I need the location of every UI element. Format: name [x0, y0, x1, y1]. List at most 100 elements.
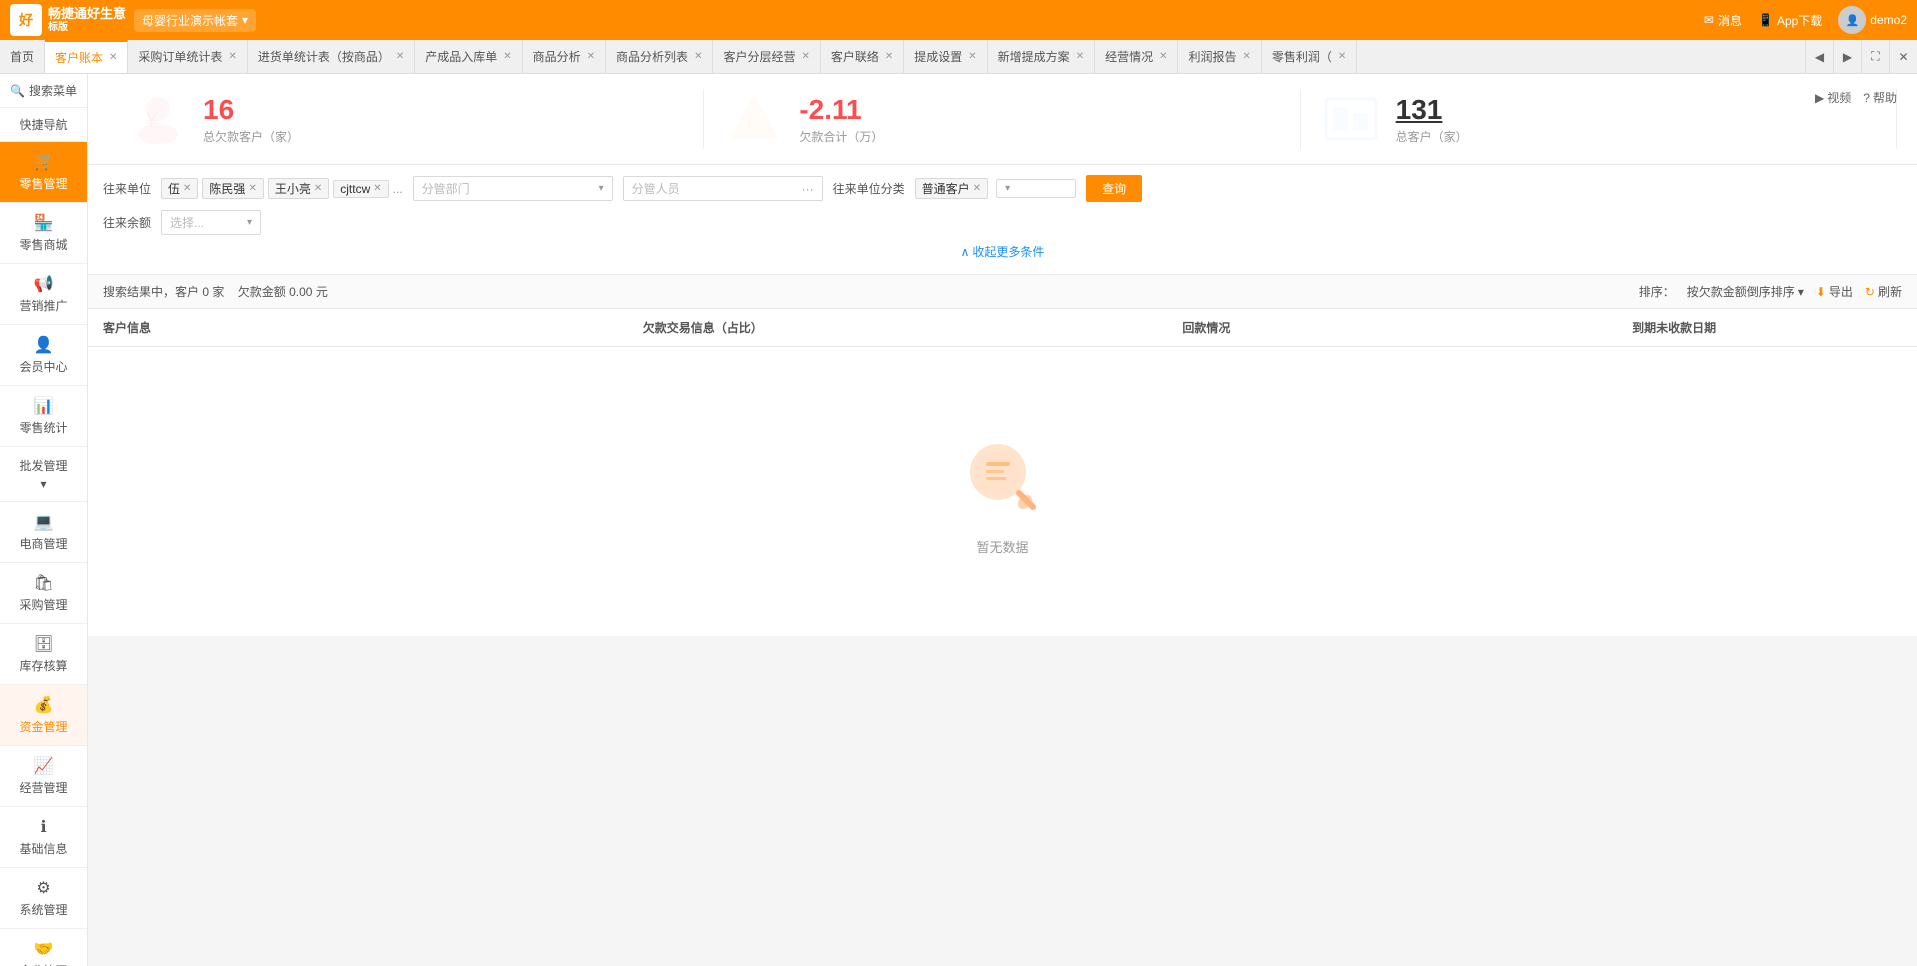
store-selector[interactable]: 母婴行业演示帐套 ▾	[134, 9, 256, 32]
export-button[interactable]: ⬇ 导出	[1816, 283, 1853, 300]
tab-home[interactable]: 首页	[0, 40, 45, 74]
tab-customer-segment[interactable]: 客户分层经营 ✕	[713, 40, 820, 74]
sidebar-item-enterprise-coop[interactable]: 🤝 企业协同	[0, 929, 87, 966]
purchase-icon: 🛍	[33, 573, 53, 593]
help-button[interactable]: ? 帮助	[1863, 89, 1897, 106]
more-tags-button[interactable]: ...	[393, 182, 403, 196]
member-icon: 👤	[34, 335, 54, 355]
tab-product-entry[interactable]: 产成品入库单 ✕	[415, 40, 522, 74]
search-menu-button[interactable]: 🔍 搜索菜单	[0, 74, 87, 108]
sidebar-item-finance[interactable]: 💰 资金管理	[0, 685, 87, 746]
tab-close-icon[interactable]: ✕	[801, 51, 809, 62]
refresh-button[interactable]: ↻ 刷新	[1865, 283, 1902, 300]
filter-tag-chen: 陈民强 ✕	[202, 178, 263, 199]
filter-tag-cjttcw: cjttcw ✕	[333, 180, 388, 198]
tag-close-normal-customer[interactable]: ✕	[973, 183, 981, 194]
tab-scroll-left-button[interactable]: ◀	[1805, 40, 1833, 74]
filter-tags-category: 普通客户 ✕ ▾	[915, 178, 1076, 199]
tab-customer-contact[interactable]: 客户联络 ✕	[821, 40, 904, 74]
video-icon: ▶	[1815, 91, 1824, 105]
search-icon: 🔍	[10, 84, 25, 98]
sidebar-item-retail-mall[interactable]: 🏪 零售商城	[0, 203, 87, 264]
export-icon: ⬇	[1816, 285, 1826, 299]
tab-close-icon[interactable]: ✕	[228, 51, 236, 62]
sidebar-item-basic-info[interactable]: ℹ 基础信息	[0, 807, 87, 868]
tag-close-wang[interactable]: ✕	[314, 183, 322, 194]
tab-close-all-button[interactable]: ✕	[1889, 40, 1917, 74]
user-avatar[interactable]: 👤 demo2	[1838, 6, 1907, 34]
tab-scroll-right-button[interactable]: ▶	[1833, 40, 1861, 74]
tab-raise-settings[interactable]: 提成设置 ✕	[904, 40, 987, 74]
tab-close-icon[interactable]: ✕	[885, 51, 893, 62]
tab-close-icon[interactable]: ✕	[1243, 51, 1251, 62]
sidebar-item-marketing[interactable]: 📢 营销推广	[0, 264, 87, 325]
tab-operations[interactable]: 经营情况 ✕	[1095, 40, 1178, 74]
person-select[interactable]: 分管人员 ···	[623, 176, 823, 201]
tag-close-chen[interactable]: ✕	[248, 183, 256, 194]
tag-close-cjttcw[interactable]: ✕	[373, 183, 381, 194]
sidebar-item-retail-stats[interactable]: 📊 零售统计	[0, 386, 87, 447]
sidebar-item-purchase[interactable]: 🛍 采购管理	[0, 563, 87, 624]
refresh-icon: ↻	[1865, 285, 1875, 299]
tab-new-raise[interactable]: 新增提成方案 ✕	[988, 40, 1095, 74]
tab-close-icon[interactable]: ✕	[587, 51, 595, 62]
unit-label: 往来单位	[103, 180, 151, 197]
tab-purchase-order[interactable]: 采购订单统计表 ✕	[128, 40, 247, 74]
tab-close-icon[interactable]: ✕	[968, 51, 976, 62]
tab-product-analysis[interactable]: 商品分析 ✕	[523, 40, 606, 74]
sidebar-item-ecommerce[interactable]: 💻 电商管理	[0, 502, 87, 563]
tab-retail-profit[interactable]: 零售利润（ ✕	[1262, 40, 1357, 74]
marketing-icon: 📢	[34, 274, 54, 294]
stat-credit-text: 16 总欠款客户（家）	[203, 93, 299, 146]
col-header-date: 到期未收款日期	[1632, 319, 1902, 336]
dept-select[interactable]: 分管部门 ▾	[413, 176, 613, 201]
person-dots: ···	[802, 182, 814, 196]
filter-row-2: 往来余额 选择... ▾	[103, 210, 1902, 235]
query-button[interactable]: 查询	[1086, 175, 1142, 202]
tab-customer-book[interactable]: 客户账本 ✕	[45, 40, 128, 74]
category-chevron-icon: ▾	[1005, 183, 1010, 194]
total-customers-number: 131	[1396, 93, 1468, 127]
app-download-button[interactable]: 📱 App下载	[1758, 12, 1822, 29]
system-icon: ⚙	[36, 878, 50, 898]
tab-product-analysis-list[interactable]: 商品分析列表 ✕	[606, 40, 713, 74]
tab-purchase-stats[interactable]: 进货单统计表（按商品） ✕	[248, 40, 415, 74]
tab-close-icon[interactable]: ✕	[1159, 51, 1167, 62]
retail-stats-icon: 📊	[34, 396, 54, 416]
sidebar-item-operations[interactable]: 📈 经营管理	[0, 746, 87, 807]
category-select[interactable]: ▾	[996, 179, 1076, 198]
quick-nav-button[interactable]: 快捷导航	[0, 108, 87, 142]
tab-close-icon[interactable]: ✕	[503, 51, 511, 62]
tab-close-icon[interactable]: ✕	[1076, 51, 1084, 62]
sidebar-item-retail[interactable]: 🛒 零售管理	[0, 142, 87, 203]
message-button[interactable]: ✉ 消息	[1704, 12, 1742, 29]
remainder-select[interactable]: 选择... ▾	[161, 210, 261, 235]
tab-close-icon[interactable]: ✕	[109, 52, 117, 63]
finance-icon: 💰	[34, 695, 54, 715]
empty-text: 暂无数据	[976, 537, 1028, 556]
sort-label: 排序：	[1639, 283, 1675, 300]
sidebar: 🔍 搜索菜单 快捷导航 🛒 零售管理 🏪 零售商城 📢 营销推广 👤 会员中心 …	[0, 74, 88, 966]
sort-select[interactable]: 按欠款金额倒序排序 ▾	[1687, 283, 1804, 300]
results-right: 排序： 按欠款金额倒序排序 ▾ ⬇ 导出 ↻ 刷新	[1639, 283, 1902, 300]
tab-close-icon[interactable]: ✕	[694, 51, 702, 62]
sidebar-item-inventory[interactable]: 🗄 库存核算	[0, 624, 87, 685]
tab-close-icon[interactable]: ✕	[396, 51, 404, 62]
tab-close-icon[interactable]: ✕	[1338, 51, 1346, 62]
sidebar-item-member[interactable]: 👤 会员中心	[0, 325, 87, 386]
video-button[interactable]: ▶ 视频	[1815, 89, 1851, 106]
tab-profit-report[interactable]: 利润报告 ✕	[1178, 40, 1261, 74]
sidebar-item-wholesale[interactable]: 批发管理 ▾	[0, 447, 87, 502]
col-header-repay: 回款情况	[1182, 319, 1632, 336]
remainder-chevron-icon: ▾	[247, 217, 252, 228]
stat-credit-customers: ¥ 16 总欠款客户（家）	[108, 89, 704, 149]
table-header: 客户信息 欠款交易信息（占比） 回款情况 到期未收款日期	[88, 309, 1917, 347]
sort-chevron-icon: ▾	[1798, 285, 1804, 299]
tab-maximize-button[interactable]: ⛶	[1861, 40, 1889, 74]
sidebar-item-system[interactable]: ⚙ 系统管理	[0, 868, 87, 929]
tag-close-wu[interactable]: ✕	[183, 183, 191, 194]
stat-amount-text: -2.11 欠款合计（万）	[799, 93, 883, 146]
collapse-button[interactable]: ∧ 收起更多条件	[103, 243, 1902, 260]
credit-amount-icon: !	[724, 89, 784, 149]
operations-icon: 📈	[34, 756, 54, 776]
